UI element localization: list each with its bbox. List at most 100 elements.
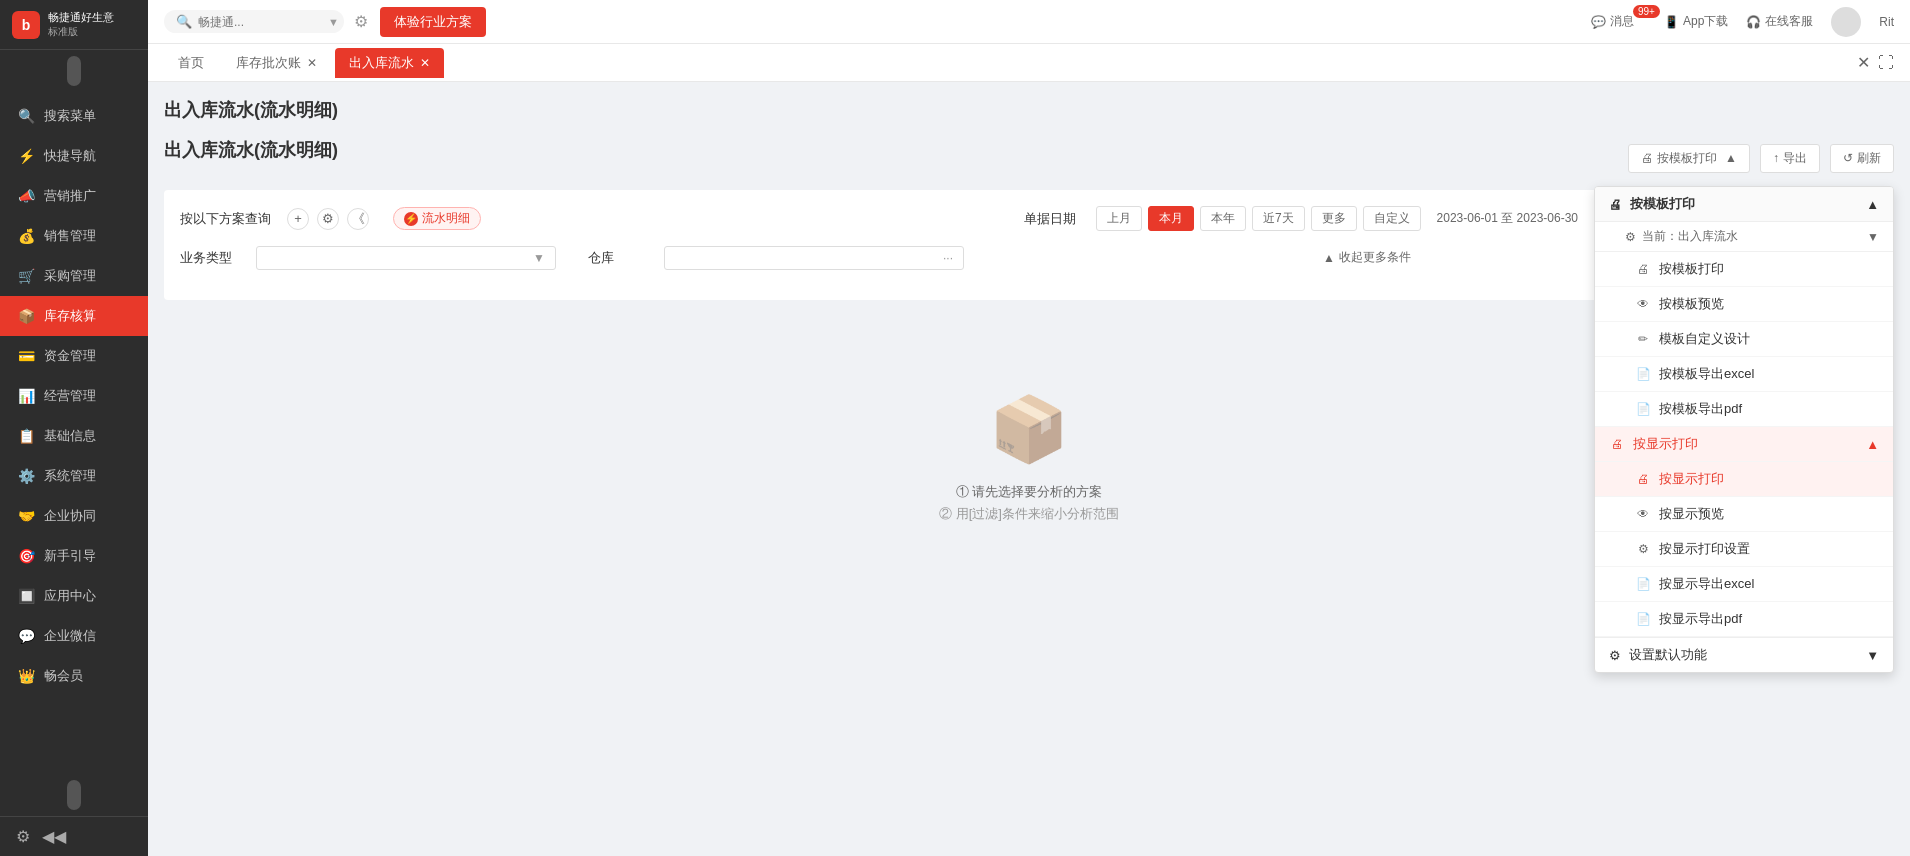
online-service-button[interactable]: 🎧 在线客服 (1746, 13, 1813, 30)
sidebar-item-coop[interactable]: 🤝企业协同 (0, 496, 148, 536)
date-btn-本年[interactable]: 本年 (1200, 206, 1246, 231)
dropdown-display-items: 🖨按显示打印👁按显示预览⚙按显示打印设置 📄 按显示导出excel 📄按显示导出pdf (1595, 462, 1893, 637)
dropdown-template-item-按模板预览[interactable]: 👁按模板预览 (1595, 287, 1893, 322)
app-download-label: App下载 (1683, 13, 1728, 30)
sidebar-icon-basic: 📋 (16, 426, 36, 446)
message-button[interactable]: 💬 消息 99+ (1591, 13, 1646, 30)
date-btn-近7天[interactable]: 近7天 (1252, 206, 1305, 231)
print-chevron-icon: ▲ (1725, 151, 1737, 165)
collapse-icon[interactable]: ◀◀ (42, 827, 66, 846)
header: 🔍 ▼ ⚙ 体验行业方案 💬 消息 99+ 📱 App下载 🎧 在线客服 Rit (148, 0, 1910, 44)
dropdown-template-item-模板自定义设计[interactable]: ✏模板自定义设计 (1595, 322, 1893, 357)
username-label[interactable]: Rit (1879, 15, 1894, 29)
app-download-icon: 📱 (1664, 15, 1679, 29)
empty-hint-1: ① 请先选择要分析的方案 (956, 483, 1103, 501)
tab-flow[interactable]: 出入库流水 ✕ (335, 48, 444, 78)
date-btn-更多[interactable]: 更多 (1311, 206, 1357, 231)
filter-label: 按以下方案查询 (180, 210, 271, 228)
tab-batch[interactable]: 库存批次账 ✕ (222, 48, 331, 78)
export-button[interactable]: ↑ 导出 (1760, 144, 1820, 173)
date-filter-area: 单据日期 上月本月本年近7天更多自定义 2023-06-01 至 2023-06… (1024, 206, 1578, 231)
print-template-button[interactable]: 🖨 按模板打印 ▲ (1628, 144, 1750, 173)
refresh-button[interactable]: ↺ 刷新 (1830, 144, 1894, 173)
app-download-button[interactable]: 📱 App下载 (1664, 13, 1728, 30)
message-label: 消息 (1610, 13, 1634, 30)
sidebar-item-guide[interactable]: 🎯新手引导 (0, 536, 148, 576)
sidebar-item-basic[interactable]: 📋基础信息 (0, 416, 148, 456)
app-logo: b 畅捷通好生意 标准版 (0, 0, 148, 50)
sidebar-item-marketing[interactable]: 📣营销推广 (0, 176, 148, 216)
sidebar-item-system[interactable]: ⚙️系统管理 (0, 456, 148, 496)
tab-close-batch[interactable]: ✕ (307, 56, 317, 70)
sidebar-item-quick-nav[interactable]: ⚡快捷导航 (0, 136, 148, 176)
sidebar-label-finance: 资金管理 (44, 347, 96, 365)
dropdown-template-item-按模板导出excel[interactable]: 📄按模板导出excel (1595, 357, 1893, 392)
settings-icon[interactable]: ⚙ (16, 827, 30, 846)
filter-tag-shuimingxi[interactable]: ⚡ 流水明细 (393, 207, 481, 230)
item-label: 按显示预览 (1659, 505, 1724, 523)
item-icon: 🖨 (1635, 261, 1651, 277)
sidebar-label-marketing: 营销推广 (44, 187, 96, 205)
collapse-button[interactable]: ▲ 收起更多条件 (1323, 249, 1411, 266)
sidebar-item-purchase[interactable]: 🛒采购管理 (0, 256, 148, 296)
business-type-select[interactable]: ▼ (256, 246, 556, 270)
date-btn-本月[interactable]: 本月 (1148, 206, 1194, 231)
dropdown-display-item-按显示预览[interactable]: 👁按显示预览 (1595, 497, 1893, 532)
date-btn-上月[interactable]: 上月 (1096, 206, 1142, 231)
header-right: 💬 消息 99+ 📱 App下载 🎧 在线客服 Rit (1591, 7, 1894, 37)
dropdown-template-item-按模板打印[interactable]: 🖨按模板打印 (1595, 252, 1893, 287)
dropdown-display-item-按显示导出excel[interactable]: 📄 按显示导出excel (1595, 567, 1893, 602)
sidebar-scroll-down[interactable] (67, 780, 81, 810)
close-all-tabs-icon[interactable]: ✕ (1857, 53, 1870, 72)
header-gear-icon[interactable]: ⚙ (354, 12, 368, 31)
dropdown-display-header[interactable]: 🖨 按显示打印 ▲ (1595, 427, 1893, 462)
sidebar-label-apps: 应用中心 (44, 587, 96, 605)
filter-tag-icon: ⚡ (404, 212, 418, 226)
add-filter-button[interactable]: + (287, 208, 309, 230)
date-options-group: 上月本月本年近7天更多自定义 (1096, 206, 1421, 231)
footer-chevron-icon: ▼ (1866, 648, 1879, 663)
dropdown-header[interactable]: 🖨 按模板打印 ▲ (1595, 187, 1893, 222)
filter-tag-label: 流水明细 (422, 210, 470, 227)
warehouse-select[interactable]: ··· (664, 246, 964, 270)
warehouse-label: 仓库 (588, 249, 648, 267)
search-icon: 🔍 (176, 14, 192, 29)
toolbar-actions: 🖨 按模板打印 ▲ ↑ 导出 ↺ 刷新 (1628, 144, 1894, 173)
message-icon: 💬 (1591, 15, 1606, 29)
trial-button[interactable]: 体验行业方案 (380, 7, 486, 37)
dropdown-template-item-按模板导出pdf[interactable]: 📄按模板导出pdf (1595, 392, 1893, 427)
sidebar-item-vip[interactable]: 👑畅会员 (0, 656, 148, 696)
avatar[interactable] (1831, 7, 1861, 37)
dropdown-display-item-按显示打印[interactable]: 🖨按显示打印 (1595, 462, 1893, 497)
item-label: 按显示导出excel (1659, 575, 1754, 593)
sidebar-item-apps[interactable]: 🔲应用中心 (0, 576, 148, 616)
item-label: 模板自定义设计 (1659, 330, 1750, 348)
sidebar-item-sales[interactable]: 💰销售管理 (0, 216, 148, 256)
sidebar-item-wechat[interactable]: 💬企业微信 (0, 616, 148, 656)
item-label: 按模板导出pdf (1659, 400, 1742, 418)
sidebar-item-finance[interactable]: 💳资金管理 (0, 336, 148, 376)
search-chevron-icon: ▼ (328, 16, 339, 28)
sidebar-item-search[interactable]: 🔍搜索菜单 (0, 96, 148, 136)
sidebar-scroll-up[interactable] (67, 56, 81, 86)
footer-settings-icon: ⚙ (1609, 648, 1621, 663)
header-search-box[interactable]: 🔍 ▼ (164, 10, 344, 33)
sidebar-item-operation[interactable]: 📊经营管理 (0, 376, 148, 416)
item-icon: 📄 (1635, 576, 1651, 592)
dropdown-current[interactable]: ⚙ 当前：出入库流水 ▼ (1595, 222, 1893, 252)
dropdown-current-icon: ⚙ (1625, 230, 1636, 244)
settings-filter-button[interactable]: ⚙ (317, 208, 339, 230)
tab-home[interactable]: 首页 (164, 48, 218, 78)
dropdown-display-item-按显示打印设置[interactable]: ⚙按显示打印设置 (1595, 532, 1893, 567)
logo-text: 畅捷通好生意 标准版 (48, 10, 114, 38)
expand-tabs-icon[interactable]: ⛶ (1878, 54, 1894, 72)
collapse-filter-button[interactable]: 《 (347, 208, 369, 230)
online-service-icon: 🎧 (1746, 15, 1761, 29)
dropdown-display-item-按显示导出pdf[interactable]: 📄按显示导出pdf (1595, 602, 1893, 637)
dropdown-footer[interactable]: ⚙ 设置默认功能 ▼ (1595, 637, 1893, 672)
tab-close-flow[interactable]: ✕ (420, 56, 430, 70)
search-input[interactable] (198, 15, 318, 29)
dropdown-title: 按模板打印 (1630, 195, 1695, 213)
sidebar-item-inventory[interactable]: 📦库存核算 (0, 296, 148, 336)
date-btn-自定义[interactable]: 自定义 (1363, 206, 1421, 231)
